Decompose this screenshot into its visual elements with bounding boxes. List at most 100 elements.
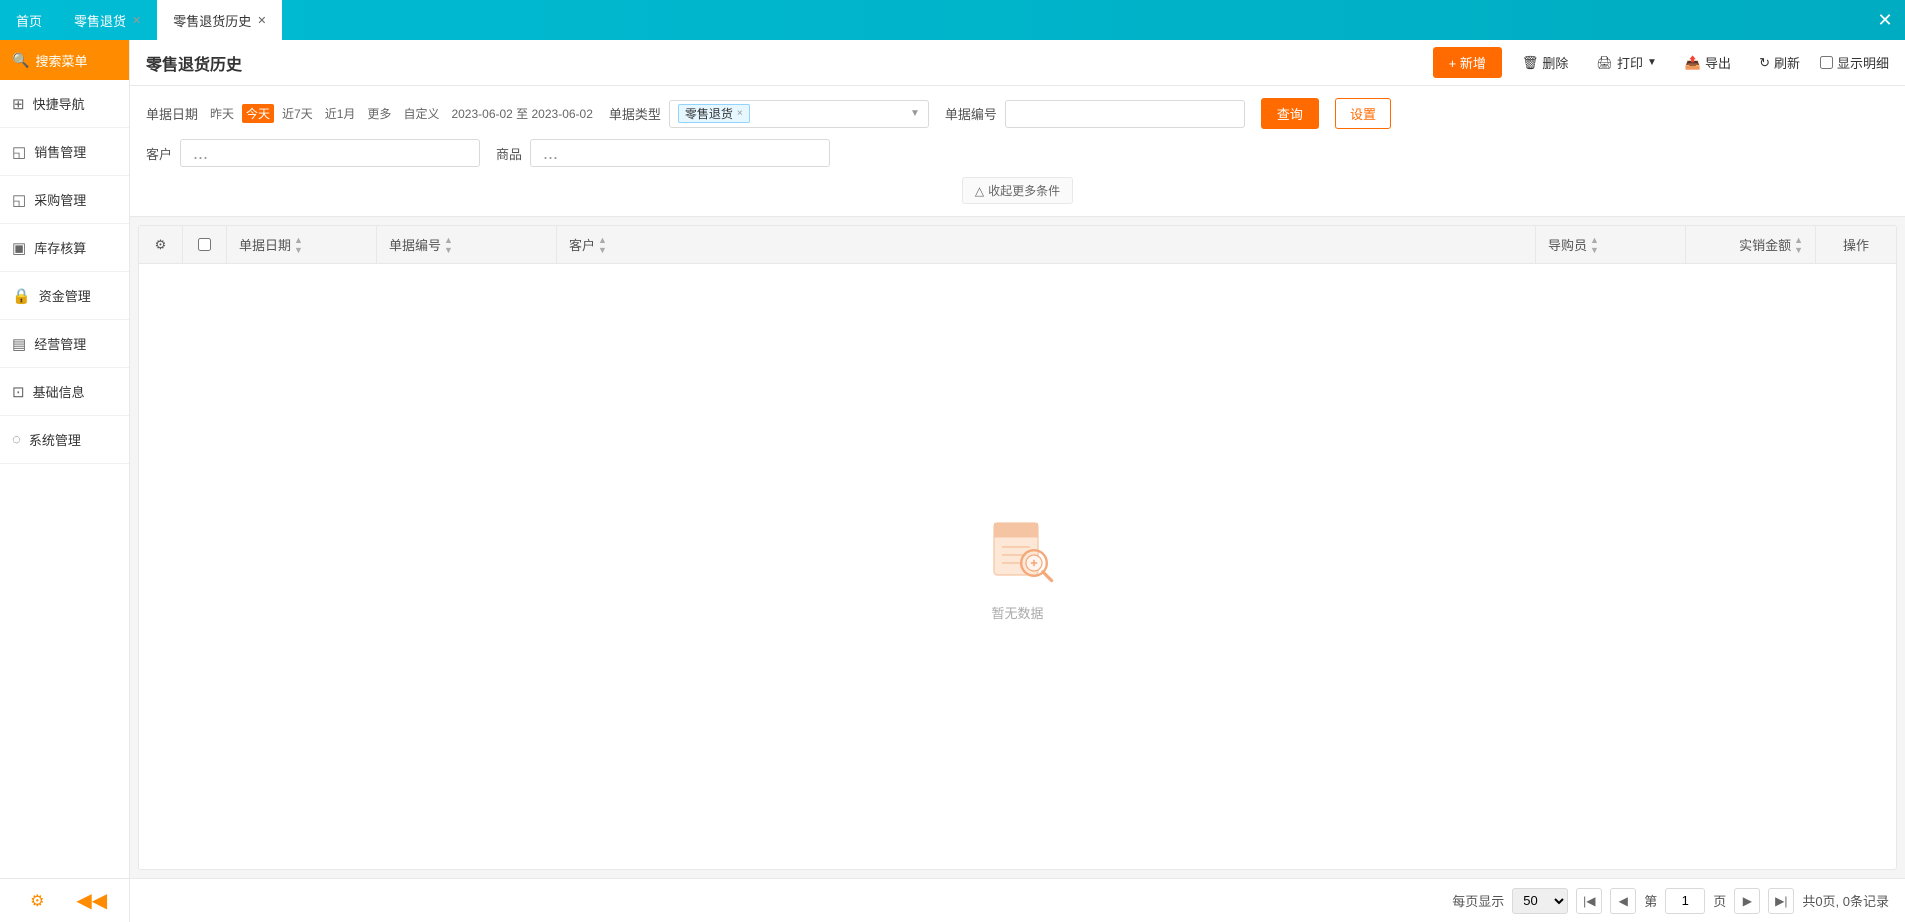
show-detail-checkbox[interactable]: 显示明细 <box>1820 53 1889 72</box>
doc-type-dropdown-icon: ▼ <box>910 108 920 119</box>
date-option-1month[interactable]: 近1月 <box>321 104 360 123</box>
next-page-button[interactable]: ▶ <box>1734 888 1760 914</box>
empty-state-icon <box>978 511 1058 591</box>
page-title: 零售退货历史 <box>146 51 242 75</box>
export-button[interactable]: 📤 导出 <box>1677 49 1739 76</box>
table-header: ⚙ 单据日期 ▲▼ 单据编号 ▲▼ 客户 ▲▼ 导购员 <box>139 226 1896 264</box>
filter-area: 单据日期 昨天 今天 近7天 近1月 更多 自定义 2023-06-02 至 2… <box>130 86 1905 217</box>
customer-filter: 客户 ... <box>146 139 480 167</box>
sidebar-collapse-button[interactable]: ◀◀ <box>76 885 108 917</box>
date-option-7days[interactable]: 近7天 <box>278 104 317 123</box>
settings-button[interactable]: 设置 <box>1335 98 1391 129</box>
th-checkbox[interactable] <box>183 226 227 263</box>
customer-sort-icon: ▲▼ <box>598 235 607 255</box>
doc-no-filter: 单据编号 <box>945 100 1245 128</box>
window-close-button[interactable]: ✕ <box>1865 0 1905 40</box>
sales-mgmt-icon: ◱ <box>12 143 26 161</box>
sidebar-item-inventory[interactable]: ▣ 库存核算 <box>0 224 129 272</box>
page-size-select[interactable]: 10 20 50 100 <box>1512 888 1568 914</box>
date-option-yesterday[interactable]: 昨天 <box>206 104 238 123</box>
sidebar-item-basic-info[interactable]: ⊡ 基础信息 <box>0 368 129 416</box>
empty-state: 暂无数据 <box>978 511 1058 622</box>
add-button[interactable]: + 新增 <box>1433 47 1502 78</box>
tab-home[interactable]: 首页 <box>0 0 58 40</box>
inventory-icon: ▣ <box>12 239 26 257</box>
th-settings[interactable]: ⚙ <box>139 226 183 263</box>
page-actions: + 新增 🗑 删除 🖨 打印 ▼ 📤 导出 ↻ 刷新 <box>1433 47 1889 78</box>
page-number-input[interactable] <box>1665 888 1705 914</box>
date-range: 2023-06-02 至 2023-06-02 <box>451 105 592 122</box>
date-options: 昨天 今天 近7天 近1月 更多 自定义 <box>206 104 443 123</box>
content-area: 零售退货历史 + 新增 🗑 删除 🖨 打印 ▼ 📤 导出 ↻ <box>130 40 1905 922</box>
last-page-button[interactable]: ▶| <box>1768 888 1794 914</box>
date-option-more[interactable]: 更多 <box>363 104 395 123</box>
print-icon: 🖨 <box>1596 55 1613 71</box>
search-icon: 🔍 <box>12 52 29 69</box>
sidebar-item-system-mgmt[interactable]: ◌ 系统管理 <box>0 416 129 464</box>
tab-retail-return[interactable]: 零售退货 ✕ <box>58 0 157 40</box>
sidebar-settings-button[interactable]: ⚙ <box>21 885 53 917</box>
first-page-button[interactable]: |◀ <box>1576 888 1602 914</box>
tab-retail-return-history-close[interactable]: ✕ <box>257 14 266 27</box>
tab-retail-return-close[interactable]: ✕ <box>132 14 141 27</box>
doc-type-input[interactable]: 零售退货 × ▼ <box>669 100 929 128</box>
docno-sort-icon: ▲▼ <box>444 235 453 255</box>
select-all-checkbox[interactable] <box>198 238 211 251</box>
tab-list: 首页 零售退货 ✕ 零售退货历史 ✕ <box>0 0 1865 40</box>
query-button[interactable]: 查询 <box>1261 98 1319 129</box>
purchase-mgmt-icon: ◱ <box>12 191 26 209</box>
goods-filter: 商品 ... <box>496 139 830 167</box>
collapse-icon: △ <box>975 184 984 198</box>
sidebar-search[interactable]: 🔍 搜索菜单 <box>0 40 129 80</box>
page-header: 零售退货历史 + 新增 🗑 删除 🖨 打印 ▼ 📤 导出 ↻ <box>130 40 1905 86</box>
sidebar-item-operation[interactable]: ▤ 经营管理 <box>0 320 129 368</box>
sidebar-item-finance[interactable]: 🔒 资金管理 <box>0 272 129 320</box>
total-info: 共0页, 0条记录 <box>1802 891 1889 910</box>
quick-nav-icon: ⊞ <box>12 95 25 113</box>
sidebar-item-quick-nav[interactable]: ⊞ 快捷导航 <box>0 80 129 128</box>
system-mgmt-icon: ◌ <box>12 431 21 448</box>
th-doc-no[interactable]: 单据编号 ▲▼ <box>377 226 557 263</box>
sidebar-menu: ⊞ 快捷导航 ◱ 销售管理 ◱ 采购管理 ▣ 库存核算 🔒 资金管理 ▤ 经营管… <box>0 80 129 878</box>
export-icon: 📤 <box>1685 55 1701 71</box>
amount-sort-icon: ▲▼ <box>1794 235 1803 255</box>
customer-ellipsis: ... <box>189 143 212 164</box>
main-layout: 🔍 搜索菜单 ⊞ 快捷导航 ◱ 销售管理 ◱ 采购管理 ▣ 库存核算 🔒 资金 <box>0 40 1905 922</box>
customer-input[interactable]: ... <box>180 139 480 167</box>
finance-icon: 🔒 <box>12 287 31 305</box>
print-button[interactable]: 🖨 打印 ▼ <box>1588 49 1664 76</box>
refresh-icon: ↻ <box>1759 55 1770 71</box>
th-date[interactable]: 单据日期 ▲▼ <box>227 226 377 263</box>
sidebar-bottom: ⚙ ◀◀ <box>0 878 129 922</box>
operation-icon: ▤ <box>12 335 26 353</box>
th-amount[interactable]: 实销金额 ▲▼ <box>1686 226 1816 263</box>
th-action: 操作 <box>1816 226 1896 263</box>
guide-sort-icon: ▲▼ <box>1590 235 1599 255</box>
sidebar: 🔍 搜索菜单 ⊞ 快捷导航 ◱ 销售管理 ◱ 采购管理 ▣ 库存核算 🔒 资金 <box>0 40 130 922</box>
date-sort-icon: ▲▼ <box>294 235 303 255</box>
doc-type-filter: 单据类型 零售退货 × ▼ <box>609 100 929 128</box>
doc-type-tag-close[interactable]: × <box>737 108 743 119</box>
delete-button[interactable]: 🗑 删除 <box>1514 49 1577 76</box>
th-guide[interactable]: 导购员 ▲▼ <box>1536 226 1686 263</box>
sidebar-item-sales-mgmt[interactable]: ◱ 销售管理 <box>0 128 129 176</box>
th-customer[interactable]: 客户 ▲▼ <box>557 226 1536 263</box>
sidebar-item-purchase-mgmt[interactable]: ◱ 采购管理 <box>0 176 129 224</box>
table-body: 暂无数据 <box>139 264 1896 869</box>
prev-page-button[interactable]: ◀ <box>1610 888 1636 914</box>
goods-input[interactable]: ... <box>530 139 830 167</box>
date-option-today[interactable]: 今天 <box>242 104 274 123</box>
tab-retail-return-history[interactable]: 零售退货历史 ✕ <box>157 0 282 40</box>
settings-icon: ⚙ <box>155 237 167 253</box>
doc-type-tag: 零售退货 × <box>678 104 750 123</box>
table-area: ⚙ 单据日期 ▲▼ 单据编号 ▲▼ 客户 ▲▼ 导购员 <box>138 225 1897 870</box>
top-bar: 首页 零售退货 ✕ 零售退货历史 ✕ ✕ <box>0 0 1905 40</box>
goods-ellipsis: ... <box>539 143 562 164</box>
date-option-custom[interactable]: 自定义 <box>399 104 443 123</box>
refresh-button[interactable]: ↻ 刷新 <box>1751 49 1808 76</box>
doc-no-input[interactable] <box>1005 100 1245 128</box>
print-dropdown-icon: ▼ <box>1647 57 1657 68</box>
collapse-button[interactable]: △ 收起更多条件 <box>962 177 1073 204</box>
show-detail-input[interactable] <box>1820 56 1833 69</box>
pagination-bar: 每页显示 10 20 50 100 |◀ ◀ 第 页 ▶ ▶| 共0页, 0条记… <box>130 878 1905 922</box>
